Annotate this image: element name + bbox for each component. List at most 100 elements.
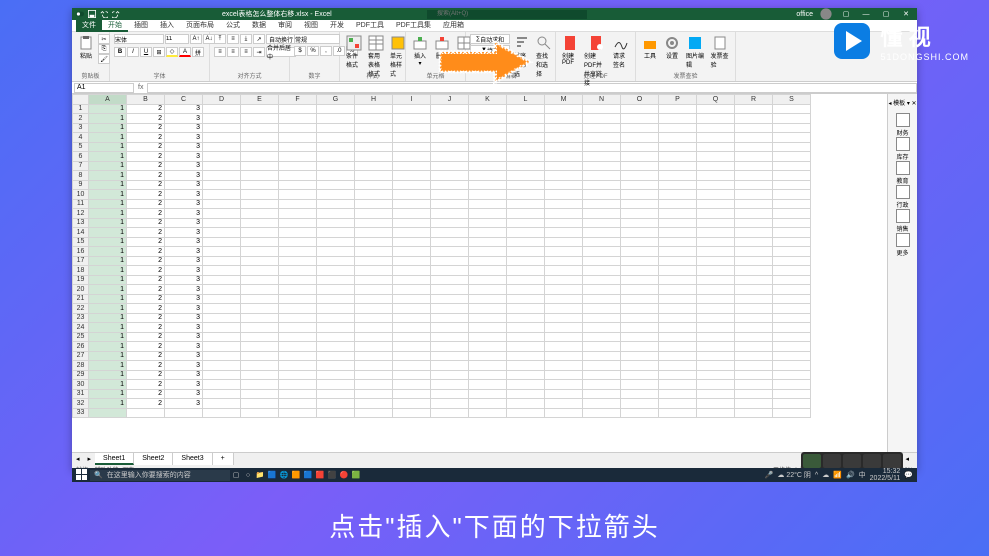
cell-I27[interactable]	[393, 351, 431, 361]
cell-C4[interactable]: 3	[165, 133, 203, 143]
cell-E2[interactable]	[241, 114, 279, 124]
cell-R23[interactable]	[735, 313, 773, 323]
cell-S17[interactable]	[773, 256, 811, 266]
cell-M2[interactable]	[545, 114, 583, 124]
cell-N30[interactable]	[583, 380, 621, 390]
undo-icon[interactable]	[100, 10, 108, 18]
cell-F20[interactable]	[279, 285, 317, 295]
cell-G22[interactable]	[317, 304, 355, 314]
cell-E7[interactable]	[241, 161, 279, 171]
cell-P20[interactable]	[659, 285, 697, 295]
cell-C23[interactable]: 3	[165, 313, 203, 323]
invoice-check-button[interactable]: 发票查验	[709, 34, 732, 70]
cell-G11[interactable]	[317, 199, 355, 209]
row-header-30[interactable]: 30	[73, 380, 89, 390]
cell-K32[interactable]	[469, 399, 507, 409]
sheet-nav-prev-icon[interactable]: ◂	[72, 455, 84, 463]
cell-H5[interactable]	[355, 142, 393, 152]
cell-E19[interactable]	[241, 275, 279, 285]
cell-Q24[interactable]	[697, 323, 735, 333]
select-all-cell[interactable]	[73, 95, 89, 105]
cell-O7[interactable]	[621, 161, 659, 171]
cell-J30[interactable]	[431, 380, 469, 390]
cell-R15[interactable]	[735, 237, 773, 247]
cell-F6[interactable]	[279, 152, 317, 162]
cell-C8[interactable]: 3	[165, 171, 203, 181]
align-middle-icon[interactable]: ≡	[227, 34, 239, 44]
cell-H1[interactable]	[355, 104, 393, 114]
cell-Q30[interactable]	[697, 380, 735, 390]
cell-Q13[interactable]	[697, 218, 735, 228]
conditional-format-button[interactable]: 条件格式	[344, 34, 364, 70]
column-header-S[interactable]: S	[773, 95, 811, 105]
edge-icon[interactable]: 🌐	[278, 469, 290, 481]
row-header-5[interactable]: 5	[73, 142, 89, 152]
cell-D21[interactable]	[203, 294, 241, 304]
cell-E24[interactable]	[241, 323, 279, 333]
weather-widget[interactable]: ☁ 22°C 阴	[777, 470, 811, 480]
cell-L24[interactable]	[507, 323, 545, 333]
cell-B1[interactable]: 2	[127, 104, 165, 114]
cell-O22[interactable]	[621, 304, 659, 314]
cell-D18[interactable]	[203, 266, 241, 276]
cell-B11[interactable]: 2	[127, 199, 165, 209]
cell-L30[interactable]	[507, 380, 545, 390]
cell-G21[interactable]	[317, 294, 355, 304]
cell-P10[interactable]	[659, 190, 697, 200]
cell-O18[interactable]	[621, 266, 659, 276]
cell-S26[interactable]	[773, 342, 811, 352]
cell-C2[interactable]: 3	[165, 114, 203, 124]
cell-N21[interactable]	[583, 294, 621, 304]
cell-J9[interactable]	[431, 180, 469, 190]
cell-F19[interactable]	[279, 275, 317, 285]
cell-H2[interactable]	[355, 114, 393, 124]
cell-L10[interactable]	[507, 190, 545, 200]
cell-I22[interactable]	[393, 304, 431, 314]
cell-P31[interactable]	[659, 389, 697, 399]
cell-P9[interactable]	[659, 180, 697, 190]
cell-E4[interactable]	[241, 133, 279, 143]
cell-D11[interactable]	[203, 199, 241, 209]
cell-Q8[interactable]	[697, 171, 735, 181]
cell-E21[interactable]	[241, 294, 279, 304]
cell-Q23[interactable]	[697, 313, 735, 323]
cell-C18[interactable]: 3	[165, 266, 203, 276]
cell-J8[interactable]	[431, 171, 469, 181]
column-header-A[interactable]: A	[89, 95, 127, 105]
autosave-toggle-icon[interactable]	[76, 10, 84, 18]
row-header-13[interactable]: 13	[73, 218, 89, 228]
cell-R9[interactable]	[735, 180, 773, 190]
cell-S9[interactable]	[773, 180, 811, 190]
cell-R32[interactable]	[735, 399, 773, 409]
cell-M19[interactable]	[545, 275, 583, 285]
font-color-icon[interactable]: A	[179, 47, 191, 57]
cell-M11[interactable]	[545, 199, 583, 209]
cell-H20[interactable]	[355, 285, 393, 295]
excel-taskbar-icon[interactable]: 🟩	[350, 469, 362, 481]
cell-P14[interactable]	[659, 228, 697, 238]
user-avatar-icon[interactable]	[819, 9, 833, 19]
cell-H22[interactable]	[355, 304, 393, 314]
cell-F24[interactable]	[279, 323, 317, 333]
cell-K6[interactable]	[469, 152, 507, 162]
cell-N27[interactable]	[583, 351, 621, 361]
cell-D14[interactable]	[203, 228, 241, 238]
cell-A10[interactable]: 1	[89, 190, 127, 200]
cell-D3[interactable]	[203, 123, 241, 133]
column-header-D[interactable]: D	[203, 95, 241, 105]
cell-G7[interactable]	[317, 161, 355, 171]
cell-D20[interactable]	[203, 285, 241, 295]
cell-K4[interactable]	[469, 133, 507, 143]
cell-H27[interactable]	[355, 351, 393, 361]
cell-A23[interactable]: 1	[89, 313, 127, 323]
cell-O21[interactable]	[621, 294, 659, 304]
column-header-C[interactable]: C	[165, 95, 203, 105]
cell-B5[interactable]: 2	[127, 142, 165, 152]
cell-B24[interactable]: 2	[127, 323, 165, 333]
row-header-6[interactable]: 6	[73, 152, 89, 162]
cell-E13[interactable]	[241, 218, 279, 228]
cell-H10[interactable]	[355, 190, 393, 200]
cell-K5[interactable]	[469, 142, 507, 152]
cell-H4[interactable]	[355, 133, 393, 143]
cell-D8[interactable]	[203, 171, 241, 181]
